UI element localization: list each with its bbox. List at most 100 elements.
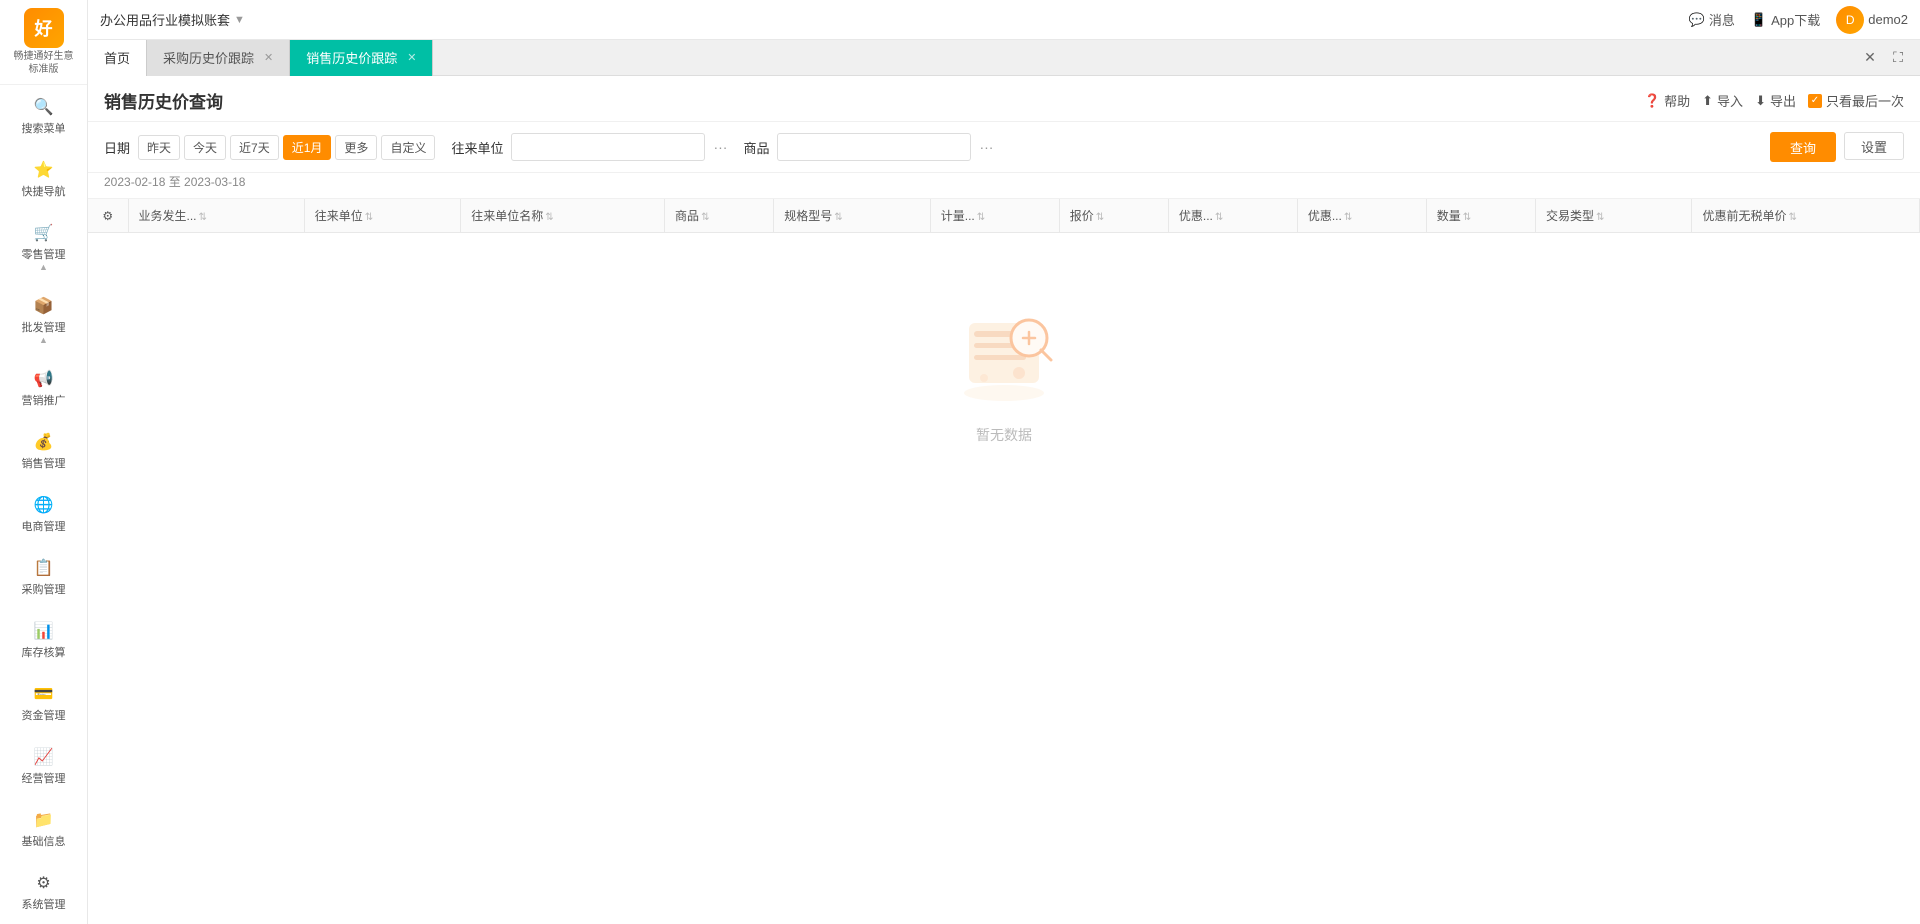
user-profile-button[interactable]: D demo2 <box>1836 6 1908 34</box>
sort-icon: ⇅ <box>1096 212 1104 223</box>
sidebar-item-system[interactable]: ⚙ 系统管理 <box>0 861 87 924</box>
tab-close-sales-history[interactable]: ✕ <box>407 51 416 64</box>
help-button[interactable]: ❓ 帮助 <box>1644 91 1690 110</box>
checkbox-icon: ✓ <box>1808 94 1822 108</box>
sort-icon: ⇅ <box>1215 212 1223 223</box>
data-table: ⚙业务发生...⇅往来单位⇅往来单位名称⇅商品⇅规格型号⇅计量...⇅报价⇅优惠… <box>88 199 1920 233</box>
sidebar-item-label: 基础信息 <box>22 833 66 849</box>
date-btn-last7days[interactable]: 近7天 <box>230 135 279 160</box>
app-selector[interactable]: 办公用品行业模拟账套 ▼ <box>100 10 245 29</box>
filter-bar: 日期 昨天今天近7天近1月更多自定义 往来单位 ··· 商品 ··· 查询 设置 <box>88 122 1920 173</box>
import-button[interactable]: ⬆ 导入 <box>1702 91 1743 110</box>
empty-illustration <box>944 293 1064 413</box>
sidebar-item-purchase[interactable]: 📋采购管理 <box>0 546 87 609</box>
chevron-down-icon: ▼ <box>234 14 245 26</box>
col-header-unit[interactable]: 计量...⇅ <box>930 199 1059 233</box>
import-icon: ⬆ <box>1702 93 1713 109</box>
tab-close-purchase-history[interactable]: ✕ <box>264 51 273 64</box>
sidebar-item-ecommerce[interactable]: 🌐电商管理 <box>0 483 87 546</box>
help-icon: ❓ <box>1644 93 1660 109</box>
tab-label-sales-history: 销售历史价跟踪 <box>306 48 397 67</box>
sort-icon: ⇅ <box>1788 212 1796 223</box>
sidebar-item-sales[interactable]: 💰 销售管理 <box>0 420 87 483</box>
sidebar-item-label: 零售管理 <box>22 246 66 262</box>
page-title: 销售历史价查询 <box>104 88 223 113</box>
sidebar-item-label: 搜索菜单 <box>22 120 66 136</box>
sidebar-item-retail[interactable]: 🛒零售管理▲ <box>0 211 87 284</box>
expand-arrow-icon: ▲ <box>39 262 48 272</box>
tab-home[interactable]: 首页 <box>88 40 147 76</box>
sort-icon: ⇅ <box>977 212 985 223</box>
topbar: 办公用品行业模拟账套 ▼ 💬 消息 📱 App下载 D demo2 <box>88 0 1920 40</box>
download-label: App下载 <box>1771 10 1820 29</box>
marketing-icon: 📢 <box>34 369 54 389</box>
sidebar-item-operations[interactable]: 📈经营管理 <box>0 735 87 798</box>
sidebar-nav: 🔍搜索菜单⭐快捷导航🛒零售管理▲ 📦 批发管理 ▲ 📢营销推广 💰 销售管理 🌐电商管理📋采购… <box>0 85 87 924</box>
sidebar-item-marketing[interactable]: 📢营销推广 <box>0 357 87 420</box>
goods-filter-dots[interactable]: ··· <box>979 139 993 155</box>
operations-icon: 📈 <box>34 747 54 767</box>
sidebar-item-inventory[interactable]: 📊库存核算 <box>0 609 87 672</box>
col-header-party_code[interactable]: 往来单位⇅ <box>304 199 461 233</box>
date-btn-more[interactable]: 更多 <box>335 135 377 160</box>
sidebar-item-quick-nav[interactable]: ⭐快捷导航 <box>0 148 87 211</box>
sidebar-item-basic[interactable]: 📁基础信息 <box>0 798 87 861</box>
col-header-quantity[interactable]: 数量⇅ <box>1426 199 1535 233</box>
gear-icon[interactable]: ⚙ <box>102 209 113 223</box>
date-btn-last1month[interactable]: 近1月 <box>283 135 332 160</box>
tab-sales-history[interactable]: 销售历史价跟踪 ✕ <box>290 40 433 76</box>
table-container: ⚙业务发生...⇅往来单位⇅往来单位名称⇅商品⇅规格型号⇅计量...⇅报价⇅优惠… <box>88 199 1920 924</box>
sidebar-item-label: 销售管理 <box>22 455 66 471</box>
col-header-goods[interactable]: 商品⇅ <box>665 199 774 233</box>
sort-icon: ⇅ <box>834 212 842 223</box>
settings-button[interactable]: 设置 <box>1844 132 1904 160</box>
sort-icon: ⇅ <box>365 212 373 223</box>
wholesale-icon: 📦 <box>34 296 54 316</box>
empty-text: 暂无数据 <box>976 425 1032 445</box>
goods-filter-input[interactable] <box>777 133 971 161</box>
goods-filter-group: 商品 ··· <box>743 133 993 161</box>
col-header-party_name[interactable]: 往来单位名称⇅ <box>461 199 665 233</box>
topbar-right: 💬 消息 📱 App下载 D demo2 <box>1689 6 1908 34</box>
logo-area: 好 畅捷通好生意标准版 <box>0 0 87 85</box>
sidebar: 好 畅捷通好生意标准版 🔍搜索菜单⭐快捷导航🛒零售管理▲📦批发管理▲📢营销推广💰… <box>0 0 88 924</box>
col-header-biz_date[interactable]: 业务发生...⇅ <box>128 199 304 233</box>
sidebar-item-label: 批发管理 <box>22 319 66 335</box>
topbar-left: 办公用品行业模拟账套 ▼ <box>100 10 245 29</box>
last-only-checkbox[interactable]: ✓ 只看最后一次 <box>1808 91 1904 110</box>
col-header-spec[interactable]: 规格型号⇅ <box>774 199 931 233</box>
date-btn-custom[interactable]: 自定义 <box>381 135 435 160</box>
col-header-price[interactable]: 报价⇅ <box>1059 199 1168 233</box>
party-filter-input[interactable] <box>511 133 705 161</box>
date-buttons: 昨天今天近7天近1月更多自定义 <box>138 135 435 160</box>
download-icon: 📱 <box>1751 12 1767 28</box>
col-header-trade_type[interactable]: 交易类型⇅ <box>1535 199 1692 233</box>
query-button[interactable]: 查询 <box>1770 132 1836 162</box>
message-button[interactable]: 💬 消息 <box>1689 10 1735 29</box>
sort-icon: ⇅ <box>199 212 207 223</box>
sales-icon: 💰 <box>34 432 54 452</box>
maximize-window-icon[interactable]: ⛶ <box>1888 48 1908 68</box>
page-actions: ❓ 帮助 ⬆ 导入 ⬇ 导出 ✓ 只看最后一次 <box>1644 91 1904 110</box>
sidebar-item-label: 采购管理 <box>22 581 66 597</box>
sidebar-item-wholesale[interactable]: 📦批发管理▲ <box>0 284 87 357</box>
message-icon: 💬 <box>1689 12 1705 28</box>
window-controls: ✕⛶ <box>1860 48 1920 68</box>
tab-label-home: 首页 <box>104 48 130 67</box>
col-header-no_tax_price[interactable]: 优惠前无税单价⇅ <box>1692 199 1920 233</box>
party-filter-dots[interactable]: ··· <box>713 139 727 155</box>
system-icon: ⚙ <box>36 873 50 893</box>
sidebar-item-label: 系统管理 <box>22 896 66 912</box>
export-button[interactable]: ⬇ 导出 <box>1755 91 1796 110</box>
tab-purchase-history[interactable]: 采购历史价跟踪✕ <box>147 40 290 76</box>
date-btn-yesterday[interactable]: 昨天 <box>138 135 180 160</box>
col-header-discount2[interactable]: 优惠...⇅ <box>1297 199 1426 233</box>
finance-icon: 💳 <box>34 684 54 704</box>
app-download-button[interactable]: 📱 App下载 <box>1751 10 1820 29</box>
sidebar-item-finance[interactable]: 💳资金管理 <box>0 672 87 735</box>
col-header-discount1[interactable]: 优惠...⇅ <box>1168 199 1297 233</box>
close-window-icon[interactable]: ✕ <box>1860 48 1880 68</box>
date-btn-today[interactable]: 今天 <box>184 135 226 160</box>
sidebar-item-search-menu[interactable]: 🔍搜索菜单 <box>0 85 87 148</box>
quick-nav-icon: ⭐ <box>34 160 54 180</box>
